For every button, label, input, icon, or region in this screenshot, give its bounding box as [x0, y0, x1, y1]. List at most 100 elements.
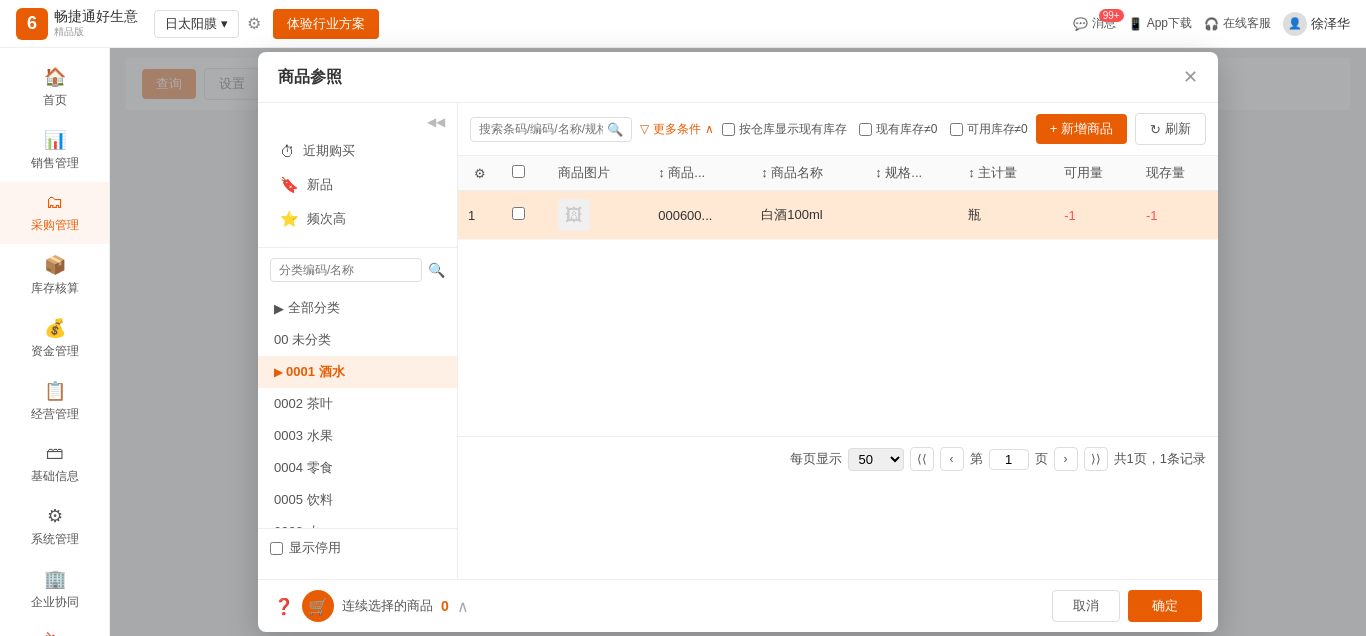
sidebar-item-finance[interactable]: 💰 资金管理 [0, 307, 109, 370]
cat-all[interactable]: ▶ 全部分类 [258, 292, 457, 324]
cat-0003[interactable]: 0003 水果 [258, 420, 457, 452]
collapse-nav-btn[interactable]: ◀◀ [427, 115, 445, 129]
table-row[interactable]: 1 🖼 000600... 白酒100ml [458, 191, 1218, 240]
cat-0001-label: 0001 酒水 [286, 363, 345, 381]
checkbox-stock-nonzero[interactable]: 现有库存≠0 [859, 121, 937, 138]
filter-checkboxes: 按仓库显示现有库存 现有库存≠0 可用库存≠0 [722, 121, 1028, 138]
col-unit[interactable]: ↕ 主计量 [958, 156, 1054, 191]
display-disabled-area: 显示停用 [258, 528, 457, 567]
row-checkbox[interactable] [502, 191, 548, 240]
last-page-btn[interactable]: ⟩⟩ [1084, 447, 1108, 471]
nav-high-freq[interactable]: ⭐ 频次高 [270, 203, 445, 235]
cat-search-icon[interactable]: 🔍 [428, 262, 445, 278]
cat-0001-arrow: ▶ [274, 366, 282, 379]
messages-badge: 99+ [1099, 9, 1124, 22]
cancel-btn[interactable]: 取消 [1052, 590, 1120, 622]
nav-high-freq-label: 频次高 [307, 210, 346, 228]
toolbar-right: + 新增商品 ↻ 刷新 [1036, 113, 1206, 145]
per-page-label: 每页显示 [790, 450, 842, 468]
checkbox-stock-nonzero-label: 现有库存≠0 [876, 121, 937, 138]
confirm-btn[interactable]: 确定 [1128, 590, 1202, 622]
select-all-checkbox[interactable] [512, 165, 525, 178]
modal-header: 商品参照 ✕ [258, 52, 1218, 103]
cat-0001[interactable]: ▶ 0001 酒水 [258, 356, 457, 388]
prev-page-btn[interactable]: ‹ [940, 447, 964, 471]
checkbox-available-nonzero-input[interactable] [950, 123, 963, 136]
page-input[interactable] [989, 449, 1029, 470]
refresh-btn[interactable]: ↻ 刷新 [1135, 113, 1206, 145]
collapse-cart-icon[interactable]: ∧ [457, 597, 469, 616]
product-toolbar: 🔍 ▽ 更多条件 ∧ 按仓库显示现有库存 [458, 103, 1218, 156]
add-product-btn[interactable]: + 新增商品 [1036, 114, 1127, 144]
sidebar-item-purchase[interactable]: 🗂 采购管理 [0, 182, 109, 244]
finance-icon: 💰 [44, 317, 66, 339]
col-spec[interactable]: ↕ 规格... [865, 156, 958, 191]
display-disabled-checkbox[interactable] [270, 542, 283, 555]
row-unit: 瓶 [958, 191, 1054, 240]
checkbox-warehouse-input[interactable] [722, 123, 735, 136]
next-page-btn[interactable]: › [1054, 447, 1078, 471]
checkbox-warehouse[interactable]: 按仓库显示现有库存 [722, 121, 847, 138]
per-page-select[interactable]: 50 10 20 100 [848, 448, 904, 471]
modal-close-btn[interactable]: ✕ [1183, 66, 1198, 88]
modal-overlay: 商品参照 ✕ ◀◀ ⏱ 近期购买 [110, 48, 1366, 636]
content-area: 查询 设置 刷新 商品参照 ✕ [110, 48, 1366, 636]
app-download-btn[interactable]: 📱 App下载 [1128, 15, 1192, 32]
more-filter-btn[interactable]: ▽ 更多条件 ∧ [640, 121, 714, 138]
filter-up-icon: ∧ [705, 122, 714, 136]
row-code: 000600... [648, 191, 751, 240]
product-image: 🖼 [558, 199, 590, 231]
row-select-checkbox[interactable] [512, 207, 525, 220]
operations-icon: 📋 [44, 380, 66, 402]
cat-0002[interactable]: 0002 茶叶 [258, 388, 457, 420]
sidebar-item-operations[interactable]: 📋 经营管理 [0, 370, 109, 433]
user-area[interactable]: 👤 徐泽华 [1283, 12, 1350, 36]
product-search-box[interactable]: 🔍 [470, 117, 632, 142]
row-image: 🖼 [548, 191, 648, 240]
refresh-icon: ↻ [1150, 122, 1161, 137]
checkbox-available-nonzero[interactable]: 可用库存≠0 [950, 121, 1028, 138]
sidebar-item-guide[interactable]: 🔖 新手引导 [0, 621, 109, 636]
sidebar-item-inventory[interactable]: 📦 库存核算 [0, 244, 109, 307]
settings-icon[interactable]: ⚙ [247, 14, 261, 33]
cat-0008[interactable]: 0008 水 [258, 516, 457, 528]
footer-actions: 取消 确定 [1052, 590, 1202, 622]
cat-0004[interactable]: 0004 零食 [258, 452, 457, 484]
store-selector[interactable]: 日太阳膜 ▾ [154, 10, 239, 38]
checkbox-stock-nonzero-input[interactable] [859, 123, 872, 136]
nav-recent-purchase[interactable]: ⏱ 近期购买 [270, 135, 445, 167]
base-info-icon: 🗃 [46, 443, 64, 464]
cart-count: 0 [441, 598, 449, 614]
col-code[interactable]: ↕ 商品... [648, 156, 751, 191]
new-product-icon: 🔖 [280, 176, 299, 194]
col-settings[interactable]: ⚙ [458, 156, 502, 191]
sidebar-item-label-home: 首页 [43, 92, 67, 109]
cat-0005[interactable]: 0005 饮料 [258, 484, 457, 516]
cat-search-input[interactable] [270, 258, 422, 282]
help-icon[interactable]: ❓ [274, 597, 294, 616]
sidebar-item-base-info[interactable]: 🗃 基础信息 [0, 433, 109, 495]
row-stock: -1 [1136, 191, 1218, 240]
sidebar-item-sales[interactable]: 📊 销售管理 [0, 119, 109, 182]
product-table-area: ⚙ 商品图片 ↕ 商品... ↕ 商品名称 ↕ 规格... ↕ 主计量 可用量 [458, 156, 1218, 436]
online-service-label: 在线客服 [1223, 15, 1271, 32]
messages-btn[interactable]: 💬 消息 99+ [1073, 15, 1116, 32]
cat-00[interactable]: 00 未分类 [258, 324, 457, 356]
sidebar-item-enterprise[interactable]: 🏢 企业协同 [0, 558, 109, 621]
main-layout: 🏠 首页 📊 销售管理 🗂 采购管理 📦 库存核算 💰 资金管理 📋 经营管理 … [0, 48, 1366, 636]
sidebar-item-system[interactable]: ⚙ 系统管理 [0, 495, 109, 558]
first-page-btn[interactable]: ⟨⟨ [910, 447, 934, 471]
cat-all-label: 全部分类 [288, 299, 340, 317]
sidebar-item-home[interactable]: 🏠 首页 [0, 56, 109, 119]
experience-btn[interactable]: 体验行业方案 [273, 9, 379, 39]
left-panel: ◀◀ ⏱ 近期购买 🔖 新品 ⭐ [258, 103, 458, 579]
nav-new-product[interactable]: 🔖 新品 [270, 169, 445, 201]
row-name: 白酒100ml [751, 191, 865, 240]
online-service-btn[interactable]: 🎧 在线客服 [1204, 15, 1271, 32]
col-stock: 现存量 [1136, 156, 1218, 191]
product-search-input[interactable] [479, 122, 603, 136]
category-list: ▶ 全部分类 00 未分类 ▶ 0001 酒水 0002 茶 [258, 288, 457, 528]
col-name[interactable]: ↕ 商品名称 [751, 156, 865, 191]
recent-icon: ⏱ [280, 143, 295, 160]
cart-button[interactable]: 🛒 [302, 590, 334, 622]
